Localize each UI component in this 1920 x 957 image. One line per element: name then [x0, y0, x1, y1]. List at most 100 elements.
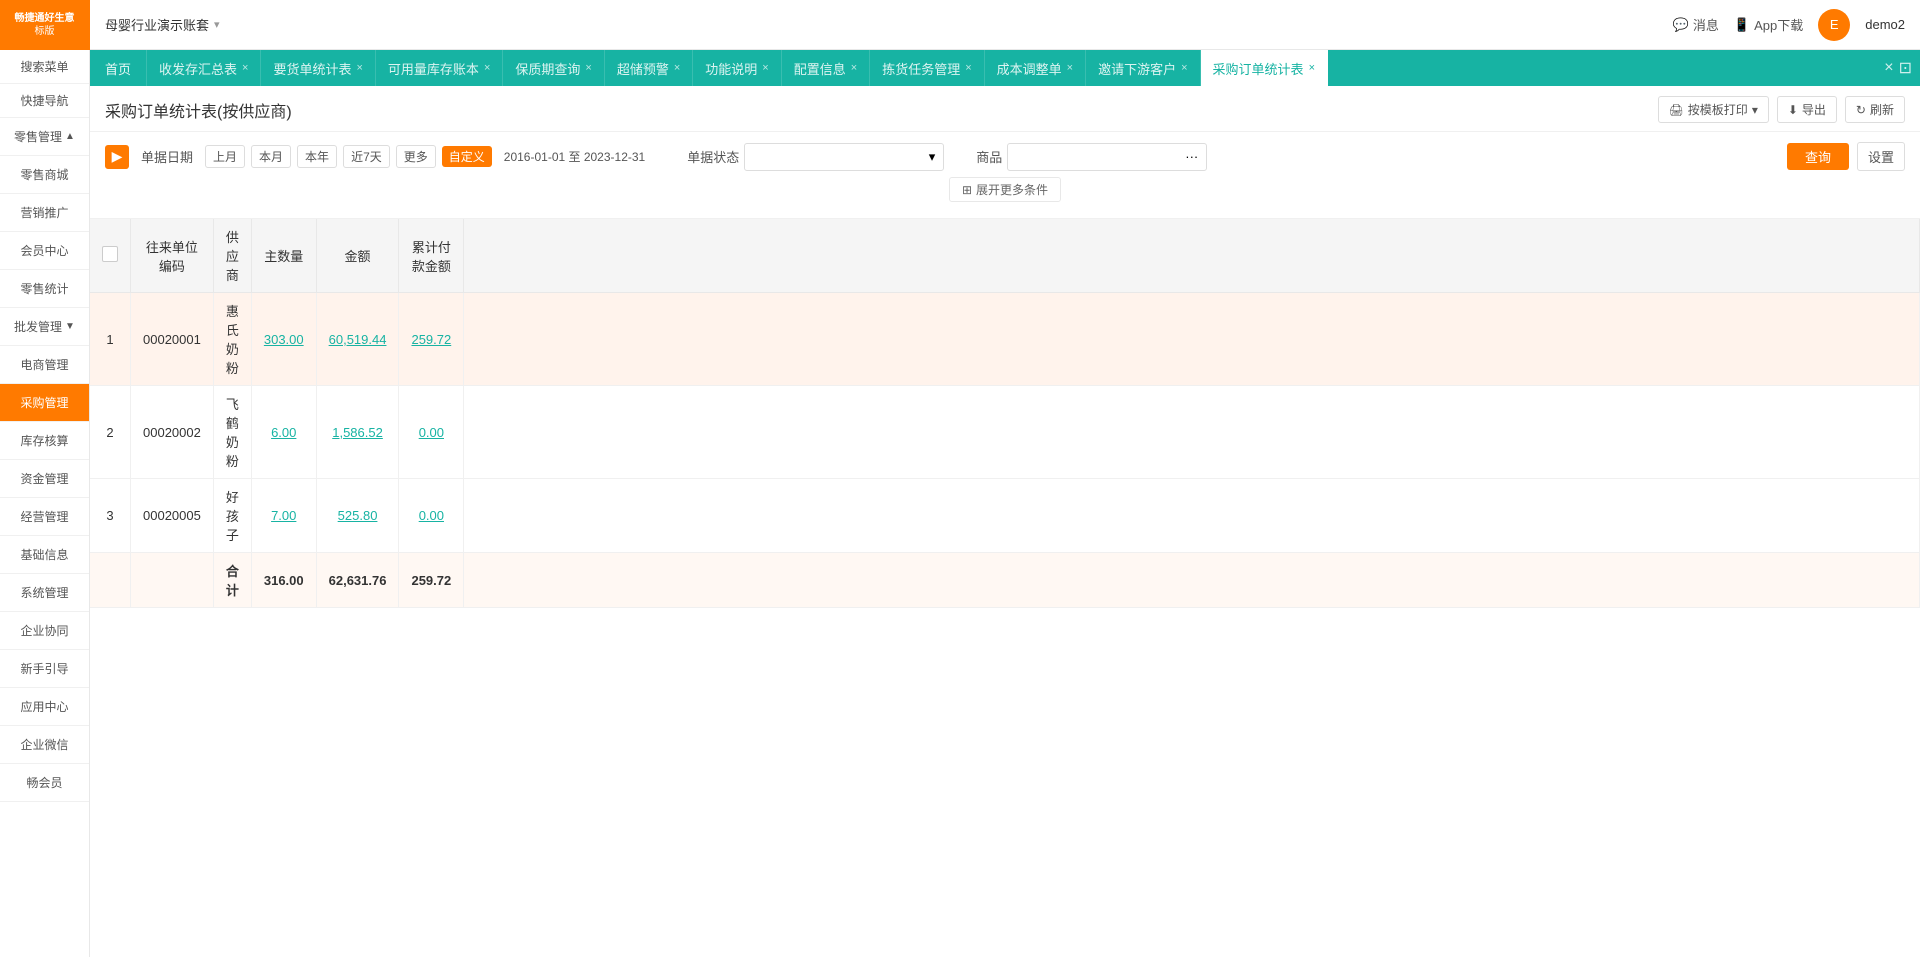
tab-close-icon[interactable]: ×	[762, 62, 768, 74]
sidebar-item-guide[interactable]: 新手引导	[0, 650, 89, 688]
tab-home[interactable]: 首页	[90, 50, 147, 86]
refresh-icon: ↻	[1856, 103, 1866, 117]
tab-purchase-order-stats[interactable]: 采购订单统计表 ×	[1201, 50, 1328, 86]
col-amount: 金额	[316, 219, 399, 293]
last-month-btn[interactable]: 上月	[205, 145, 245, 168]
sidebar-item-basic-info[interactable]: 基础信息	[0, 536, 89, 574]
row-amount: 60,519.44	[316, 293, 399, 386]
sidebar-item-ecommerce[interactable]: 电商管理	[0, 346, 89, 384]
username-label[interactable]: demo2	[1865, 17, 1905, 32]
refresh-button[interactable]: ↻ 刷新	[1845, 96, 1905, 123]
goods-input[interactable]: ···	[1007, 143, 1207, 171]
col-code: 往来单位编码	[131, 219, 214, 293]
this-month-btn[interactable]: 本月	[251, 145, 291, 168]
page-header: 采购订单统计表(按供应商) 🖨 按模板打印 ▾ ⬇ 导出 ↻ 刷新	[90, 86, 1920, 132]
tab-expiry[interactable]: 保质期查询 ×	[503, 50, 604, 86]
row-amount: 1,586.52	[316, 386, 399, 479]
workspace-chevron-icon: ▾	[214, 18, 220, 31]
status-select-chevron-icon: ▾	[929, 149, 936, 165]
nav-tabs-bar: 首页 收发存汇总表 × 要货单统计表 × 可用量库存账本 × 保质期查询 × 超…	[90, 50, 1920, 86]
tab-receive-summary[interactable]: 收发存汇总表 ×	[147, 50, 261, 86]
row-paid: 0.00	[399, 386, 464, 479]
tab-available-stock[interactable]: 可用量库存账本 ×	[376, 50, 503, 86]
export-button[interactable]: ⬇ 导出	[1777, 96, 1837, 123]
tab-close-icon[interactable]: ×	[242, 62, 248, 74]
user-avatar[interactable]: E	[1818, 9, 1850, 41]
this-year-btn[interactable]: 本年	[297, 145, 337, 168]
tab-close-icon[interactable]: ×	[965, 62, 971, 74]
sidebar-item-purchase[interactable]: 采购管理	[0, 384, 89, 422]
date-label: 单据日期	[141, 147, 193, 166]
filter-toggle-button[interactable]: ▶	[105, 145, 129, 169]
settings-button[interactable]: 设置	[1857, 142, 1905, 171]
table-row: 1 00020001 惠氏奶粉 303.00 60,519.44 259.72	[90, 293, 1920, 386]
status-select[interactable]: ▾	[744, 143, 944, 171]
sidebar-item-wechat[interactable]: 企业微信	[0, 726, 89, 764]
sidebar-item-inventory[interactable]: 库存核算	[0, 422, 89, 460]
phone-icon: 📱	[1734, 17, 1750, 33]
footer-qty: 316.00	[251, 553, 316, 608]
row-amount: 525.80	[316, 479, 399, 553]
message-button[interactable]: 💬 消息	[1673, 15, 1719, 34]
sidebar-search[interactable]: 搜索菜单	[0, 50, 89, 84]
sidebar-item-operations[interactable]: 经营管理	[0, 498, 89, 536]
app-download-button[interactable]: 📱 App下载	[1734, 15, 1803, 34]
sidebar-item-retail-stats[interactable]: 零售统计	[0, 270, 89, 308]
row-index: 1	[90, 293, 131, 386]
sidebar-item-system[interactable]: 系统管理	[0, 574, 89, 612]
tab-close-icon[interactable]: ×	[1067, 62, 1073, 74]
print-chevron-icon: ▾	[1752, 103, 1758, 117]
status-filter: 单据状态 ▾	[687, 143, 944, 171]
tab-config[interactable]: 配置信息 ×	[782, 50, 870, 86]
sidebar-item-enterprise[interactable]: 企业协同	[0, 612, 89, 650]
tab-function-desc[interactable]: 功能说明 ×	[693, 50, 781, 86]
tab-close-icon[interactable]: ×	[1181, 62, 1187, 74]
filter-row: ▶ 单据日期 上月 本月 本年 近7天 更多 自定义 2016-01-01 至 …	[105, 142, 1905, 171]
tab-close-icon[interactable]: ×	[851, 62, 857, 74]
sidebar-item-vip[interactable]: 畅会员	[0, 764, 89, 802]
tab-close-icon[interactable]: ×	[674, 62, 680, 74]
tab-order-stats[interactable]: 要货单统计表 ×	[261, 50, 375, 86]
tab-cost-adjust[interactable]: 成本调整单 ×	[985, 50, 1086, 86]
sidebar-item-retail-mgmt[interactable]: 零售管理 ▲	[0, 118, 89, 156]
table-row: 3 00020005 好孩子 7.00 525.80 0.00	[90, 479, 1920, 553]
more-date-btn[interactable]: 更多	[396, 145, 436, 168]
tab-invite-customer[interactable]: 邀请下游客户 ×	[1086, 50, 1200, 86]
row-supplier: 飞鹤奶粉	[213, 386, 251, 479]
tab-picking[interactable]: 拣货任务管理 ×	[870, 50, 984, 86]
row-code: 00020005	[131, 479, 214, 553]
tab-close-icon[interactable]: ×	[585, 62, 591, 74]
expand-more-button[interactable]: ⊞ 展开更多条件	[949, 177, 1061, 202]
page-title: 采购订单统计表(按供应商)	[105, 98, 292, 122]
goods-label: 商品	[976, 147, 1002, 166]
sidebar-shortcut[interactable]: 快捷导航	[0, 84, 89, 118]
row-index: 3	[90, 479, 131, 553]
page-actions: 🖨 按模板打印 ▾ ⬇ 导出 ↻ 刷新	[1658, 96, 1905, 123]
last-7-days-btn[interactable]: 近7天	[343, 145, 390, 168]
sidebar-item-marketing[interactable]: 营销推广	[0, 194, 89, 232]
sidebar-item-app-center[interactable]: 应用中心	[0, 688, 89, 726]
sidebar-item-wholesale[interactable]: 批发管理 ▼	[0, 308, 89, 346]
col-paid: 累计付款金额	[399, 219, 464, 293]
query-button[interactable]: 查询	[1787, 143, 1849, 170]
tab-close-icon[interactable]: ×	[356, 62, 362, 74]
message-icon: 💬	[1673, 17, 1689, 33]
close-all-tabs-button[interactable]: ×	[1884, 59, 1893, 77]
expand-tabs-button[interactable]: ⊡	[1899, 58, 1912, 78]
table-header-row: 往来单位编码 供应商 主数量 金额 累计付款金额	[90, 219, 1920, 293]
sidebar-item-finance[interactable]: 资金管理	[0, 460, 89, 498]
sidebar-item-retail-mall[interactable]: 零售商城	[0, 156, 89, 194]
tab-close-icon[interactable]: ×	[484, 62, 490, 74]
tab-close-icon[interactable]: ×	[1309, 62, 1315, 74]
sidebar-item-member[interactable]: 会员中心	[0, 232, 89, 270]
chevron-up-icon: ▲	[65, 131, 75, 142]
date-quick-select: 上月 本月 本年 近7天 更多 自定义	[205, 145, 492, 168]
workspace-selector[interactable]: 母婴行业演示账套 ▾	[105, 15, 220, 34]
column-settings-icon[interactable]	[102, 246, 118, 262]
row-supplier: 好孩子	[213, 479, 251, 553]
app-logo[interactable]: 畅捷通好生意 标版	[0, 0, 90, 50]
print-button[interactable]: 🖨 按模板打印 ▾	[1658, 96, 1769, 123]
tab-overstock[interactable]: 超储预警 ×	[605, 50, 693, 86]
col-settings	[90, 219, 131, 293]
row-code: 00020002	[131, 386, 214, 479]
